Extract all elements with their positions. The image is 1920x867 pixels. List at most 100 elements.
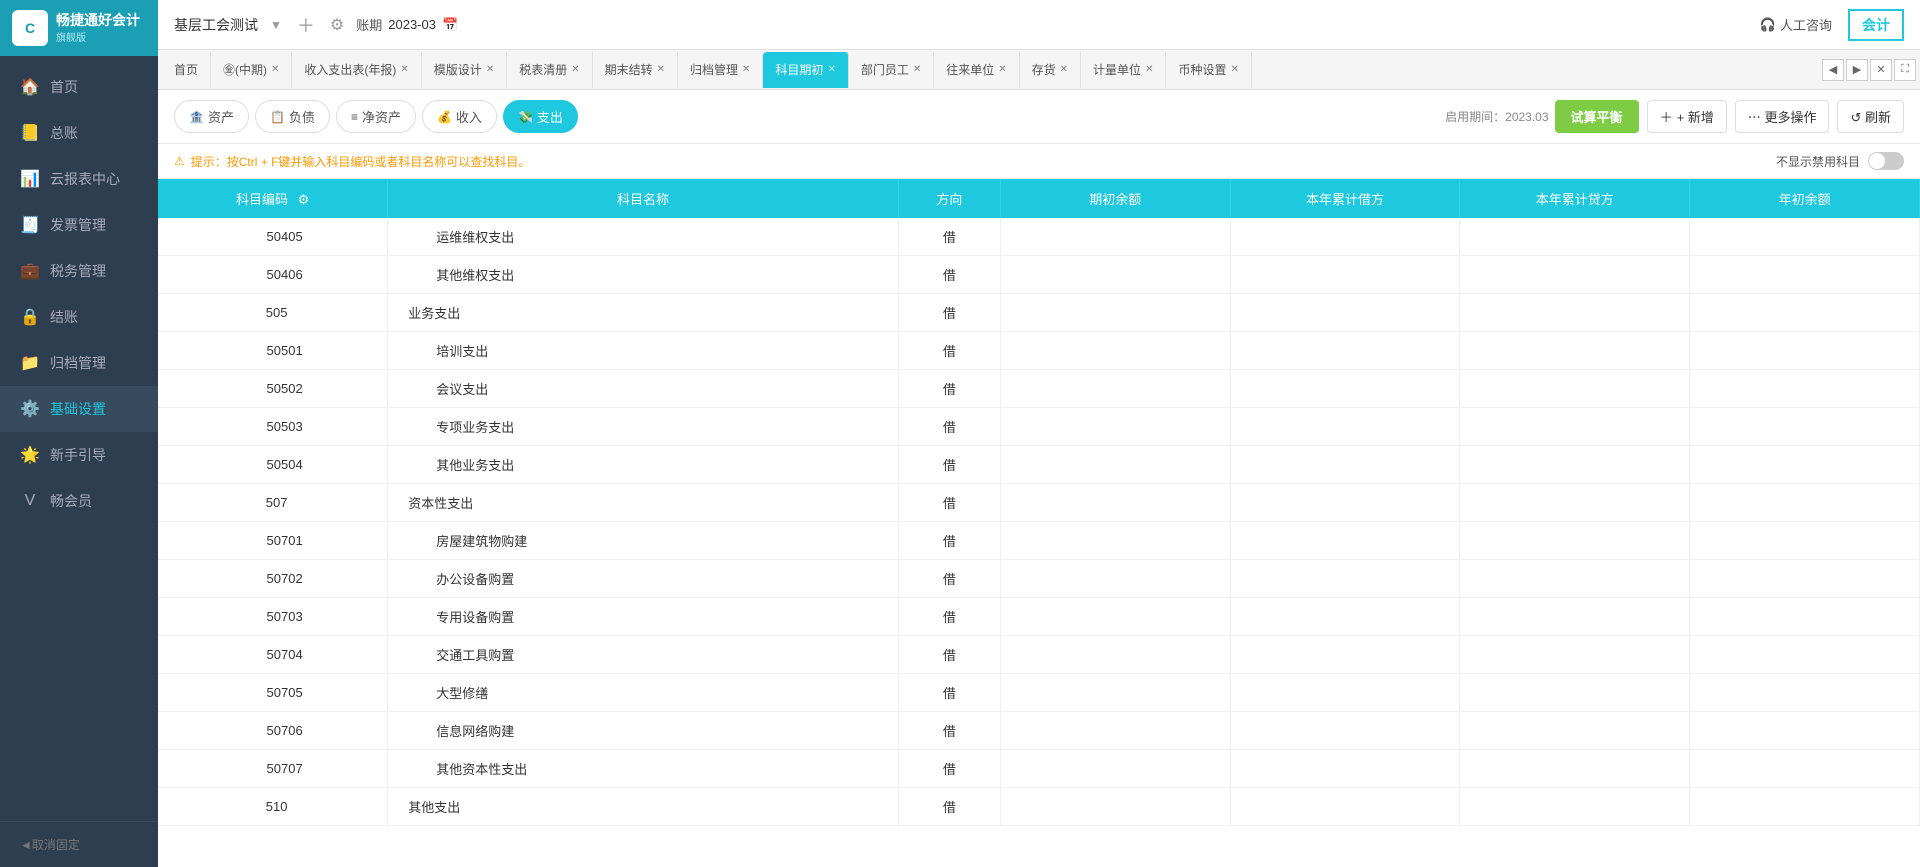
sidebar-item-guide[interactable]: 🌟新手引导 [0, 432, 158, 478]
more-icon: ⋯ [1748, 110, 1761, 125]
account-button[interactable]: 会计 [1848, 9, 1904, 41]
table-row[interactable]: 50705 大型修缮 借 [158, 674, 1920, 712]
table-row[interactable]: 50707 其他资本性支出 借 [158, 750, 1920, 788]
cell-opening [1000, 332, 1230, 370]
table-row[interactable]: 50706 信息网络购建 借 [158, 712, 1920, 750]
cell-ytd-debit [1230, 446, 1460, 484]
table-row[interactable]: 50501 培训支出 借 [158, 332, 1920, 370]
tab-tax[interactable]: 税表清册 ✕ [507, 52, 592, 88]
company-dropdown-icon[interactable]: ▼ [270, 18, 282, 32]
table-row[interactable]: 50704 交通工具购置 借 [158, 636, 1920, 674]
tab-unit[interactable]: 计量单位 ✕ [1081, 52, 1166, 88]
cat-tab-net-asset[interactable]: ≡ 净资产 [336, 100, 416, 133]
table-row[interactable]: 510 其他支出 借 [158, 788, 1920, 826]
calendar-icon[interactable]: 📅 [442, 17, 458, 33]
cell-ytd-debit [1230, 484, 1460, 522]
sidebar-label-home: 首页 [50, 77, 78, 97]
add-tab-button[interactable]: ＋ [294, 13, 318, 37]
cell-opening [1000, 370, 1230, 408]
tab-close-yearend[interactable]: ✕ [657, 64, 665, 75]
cat-tab-income[interactable]: 💰 收入 [422, 100, 497, 133]
cell-ytd-credit [1460, 598, 1690, 636]
tab-close-all-button[interactable]: ✕ [1870, 59, 1892, 81]
tab-close-dept[interactable]: ✕ [913, 64, 921, 75]
tab-yearend[interactable]: 期末结转 ✕ [593, 52, 678, 88]
col-header-year-opening: 年初余额 [1690, 179, 1920, 218]
cell-name: 其他业务支出 [388, 446, 899, 484]
cancel-fixed-btn[interactable]: ◄取消固定 [0, 821, 158, 867]
sidebar-item-archive[interactable]: 📁归档管理 [0, 340, 158, 386]
tab-close-income[interactable]: ✕ [400, 64, 408, 75]
sidebar-item-invoice[interactable]: 🧾发票管理 [0, 202, 158, 248]
cat-tab-liability[interactable]: 📋 负债 [255, 100, 330, 133]
reports-icon: 📊 [20, 169, 40, 189]
tab-close-stock[interactable]: ✕ [1060, 64, 1068, 75]
cell-name: 培训支出 [388, 332, 899, 370]
consult-button[interactable]: 🎧 人工咨询 [1752, 11, 1840, 38]
cell-opening [1000, 294, 1230, 332]
sidebar-item-home[interactable]: 🏠首页 [0, 64, 158, 110]
tab-home[interactable]: 首页 [162, 52, 211, 88]
tab-close-subject[interactable]: ✕ [827, 64, 835, 75]
cell-ytd-credit [1460, 712, 1690, 750]
tab-currency[interactable]: 币种设置 ✕ [1166, 52, 1251, 88]
cell-dir: 借 [898, 636, 1000, 674]
tab-close-contact[interactable]: ✕ [998, 64, 1006, 75]
table-row[interactable]: 50406 其他维权支出 借 [158, 256, 1920, 294]
tab-close-template[interactable]: ✕ [486, 64, 494, 75]
settings-icon[interactable]: ⚙ [330, 15, 344, 35]
cell-code: 50707 [158, 750, 388, 788]
cell-opening [1000, 256, 1230, 294]
tab-period[interactable]: ㊎(中期) ✕ [211, 52, 292, 88]
tab-archive[interactable]: 归档管理 ✕ [678, 52, 763, 88]
tab-prev-button[interactable]: ◀ [1822, 59, 1844, 81]
sidebar-item-tax[interactable]: 💼税务管理 [0, 248, 158, 294]
refresh-button[interactable]: ↺ 刷新 [1837, 100, 1904, 133]
sidebar-item-reports[interactable]: 📊云报表中心 [0, 156, 158, 202]
disable-toggle[interactable] [1868, 152, 1904, 170]
cell-dir: 借 [898, 750, 1000, 788]
tab-next-button[interactable]: ▶ [1846, 59, 1868, 81]
more-actions-button[interactable]: ⋯ 更多操作 [1735, 100, 1830, 133]
logo-area: C 畅捷通好会计 旗舰版 [0, 0, 158, 56]
table-row[interactable]: 50701 房屋建筑物购建 借 [158, 522, 1920, 560]
sidebar-item-basic[interactable]: ⚙️基础设置 [0, 386, 158, 432]
tab-contact[interactable]: 往来单位 ✕ [934, 52, 1019, 88]
tab-expand-button[interactable]: ⛶ [1894, 59, 1916, 81]
tab-dept[interactable]: 部门员工 ✕ [849, 52, 934, 88]
sidebar-item-ledger[interactable]: 📒总账 [0, 110, 158, 156]
table-row[interactable]: 50502 会议支出 借 [158, 370, 1920, 408]
tab-subject[interactable]: 科目期初 ✕ [763, 52, 848, 88]
add-record-button[interactable]: ＋ + 新增 [1647, 100, 1727, 133]
cell-ytd-credit [1460, 256, 1690, 294]
tab-close-currency[interactable]: ✕ [1230, 64, 1238, 75]
tab-close-unit[interactable]: ✕ [1145, 64, 1153, 75]
tab-income[interactable]: 收入支出表(年报) ✕ [292, 52, 421, 88]
tab-stock[interactable]: 存货 ✕ [1020, 52, 1081, 88]
tab-template[interactable]: 模版设计 ✕ [422, 52, 507, 88]
action-buttons: 试算平衡 ＋ + 新增 ⋯ 更多操作 ↺ 刷新 [1555, 100, 1904, 133]
cell-code: 50503 [158, 408, 388, 446]
table-row[interactable]: 507 资本性支出 借 [158, 484, 1920, 522]
sidebar-label-guide: 新手引导 [50, 445, 106, 465]
sidebar-item-member[interactable]: V畅会员 [0, 478, 158, 524]
tab-close-period[interactable]: ✕ [271, 64, 279, 75]
table-row[interactable]: 505 业务支出 借 [158, 294, 1920, 332]
calc-balance-button[interactable]: 试算平衡 [1555, 100, 1639, 133]
sidebar-label-ledger: 总账 [50, 123, 78, 143]
sidebar-item-close[interactable]: 🔒结账 [0, 294, 158, 340]
cat-tab-asset[interactable]: 🏦 资产 [174, 100, 249, 133]
table-row[interactable]: 50702 办公设备购置 借 [158, 560, 1920, 598]
cell-ytd-debit [1230, 750, 1460, 788]
cell-year-opening [1690, 560, 1920, 598]
plus-icon: ＋ [1660, 107, 1673, 126]
col-settings-icon[interactable]: ⚙ [298, 192, 310, 207]
tab-close-tax[interactable]: ✕ [571, 64, 579, 75]
cell-opening [1000, 560, 1230, 598]
table-row[interactable]: 50504 其他业务支出 借 [158, 446, 1920, 484]
cat-tab-expense[interactable]: 💸 支出 [503, 100, 578, 133]
tab-close-archive[interactable]: ✕ [742, 64, 750, 75]
table-row[interactable]: 50503 专项业务支出 借 [158, 408, 1920, 446]
table-row[interactable]: 50405 运维维权支出 借 [158, 218, 1920, 256]
table-row[interactable]: 50703 专用设备购置 借 [158, 598, 1920, 636]
